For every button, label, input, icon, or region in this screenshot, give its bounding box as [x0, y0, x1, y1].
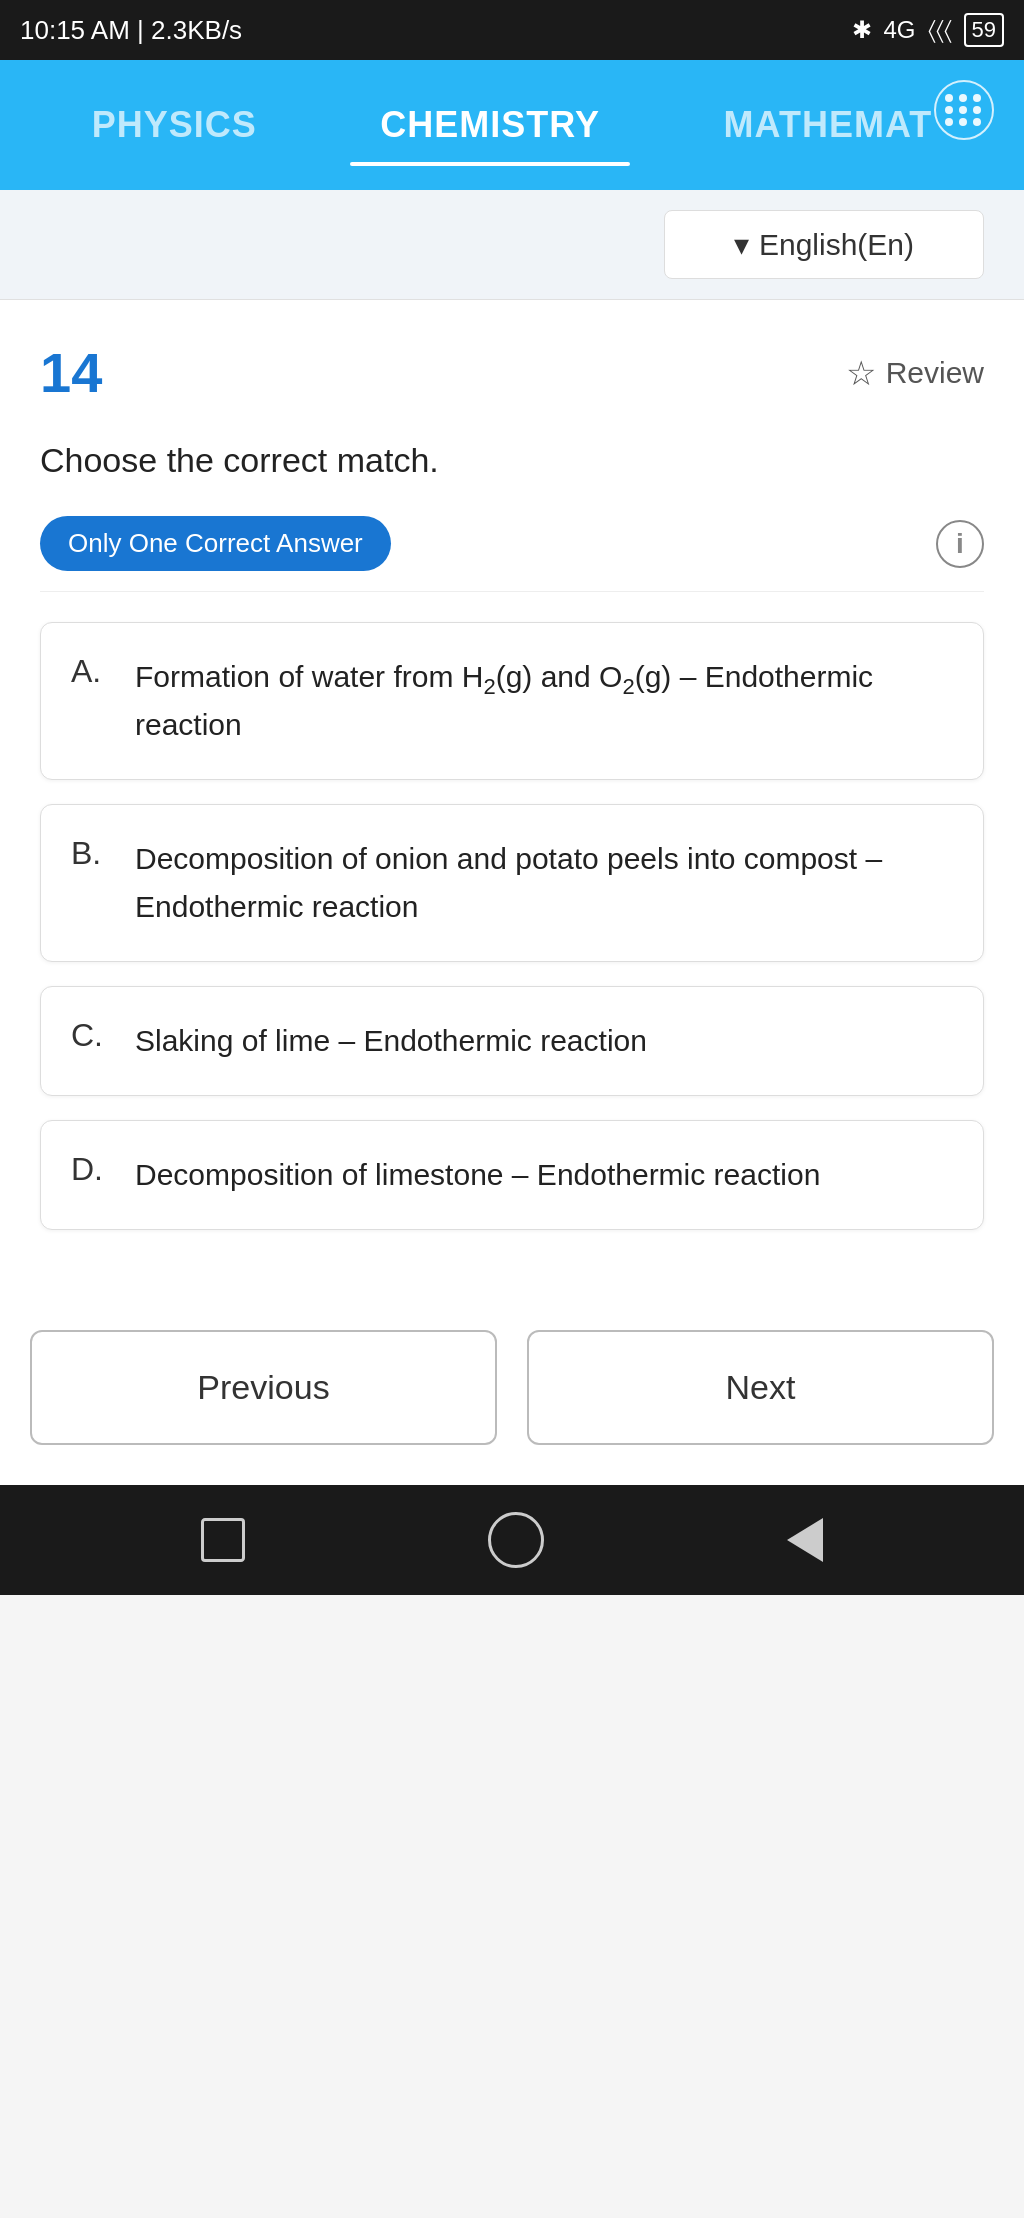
back-triangle-icon[interactable] — [787, 1518, 823, 1562]
answer-type-row: Only One Correct Answer i — [40, 516, 984, 592]
option-c-text: Slaking of lime – Endothermic reaction — [135, 1017, 647, 1065]
answer-type-badge: Only One Correct Answer — [40, 516, 391, 571]
navigation-buttons: Previous Next — [0, 1310, 1024, 1485]
language-bar: ▾ English(En) — [0, 190, 1024, 300]
tab-chemistry[interactable]: CHEMISTRY — [350, 84, 630, 166]
question-text: Choose the correct match. — [40, 435, 984, 486]
chevron-down-icon: ▾ — [734, 227, 749, 262]
option-d[interactable]: D. Decomposition of limestone – Endother… — [40, 1120, 984, 1230]
signal-icon: 〈〈〈 — [928, 16, 952, 44]
option-a-text: Formation of water from H2(g) and O2(g) … — [135, 653, 953, 749]
option-a-letter: A. — [71, 653, 111, 690]
question-number: 14 — [40, 340, 102, 405]
option-d-text: Decomposition of limestone – Endothermic… — [135, 1151, 820, 1199]
battery-indicator: 59 — [964, 13, 1004, 47]
network-icon: 4G — [884, 16, 916, 44]
previous-button[interactable]: Previous — [30, 1330, 497, 1445]
bluetooth-icon: ✱ — [852, 16, 872, 44]
question-header: 14 ☆ Review — [40, 340, 984, 405]
language-selector[interactable]: ▾ English(En) — [664, 210, 984, 279]
option-a[interactable]: A. Formation of water from H2(g) and O2(… — [40, 622, 984, 780]
tab-bar: PHYSICS CHEMISTRY MATHEMAT — [0, 60, 1024, 190]
square-recent-icon[interactable] — [201, 1518, 245, 1562]
review-label: Review — [886, 356, 984, 390]
status-right: ✱ 4G 〈〈〈 59 — [852, 13, 1005, 47]
status-bar: 10:15 AM | 2.3KB/s ✱ 4G 〈〈〈 59 — [0, 0, 1024, 60]
option-b[interactable]: B. Decomposition of onion and potato pee… — [40, 804, 984, 962]
tab-physics[interactable]: PHYSICS — [62, 84, 287, 166]
status-time: 10:15 AM | 2.3KB/s — [20, 15, 242, 46]
options-list: A. Formation of water from H2(g) and O2(… — [40, 622, 984, 1230]
review-button[interactable]: ☆ Review — [846, 353, 984, 393]
tab-mathematics[interactable]: MATHEMAT — [694, 84, 963, 166]
option-b-text: Decomposition of onion and potato peels … — [135, 835, 953, 931]
option-d-letter: D. — [71, 1151, 111, 1188]
option-c[interactable]: C. Slaking of lime – Endothermic reactio… — [40, 986, 984, 1096]
language-label: English(En) — [759, 228, 914, 262]
bottom-navigation-bar — [0, 1485, 1024, 1595]
tab-list: PHYSICS CHEMISTRY MATHEMAT — [30, 84, 994, 166]
main-content: 14 ☆ Review Choose the correct match. On… — [0, 300, 1024, 1310]
home-circle-icon[interactable] — [488, 1512, 544, 1568]
star-icon: ☆ — [846, 353, 876, 393]
option-b-letter: B. — [71, 835, 111, 872]
option-c-letter: C. — [71, 1017, 111, 1054]
next-button[interactable]: Next — [527, 1330, 994, 1445]
info-icon[interactable]: i — [936, 520, 984, 568]
